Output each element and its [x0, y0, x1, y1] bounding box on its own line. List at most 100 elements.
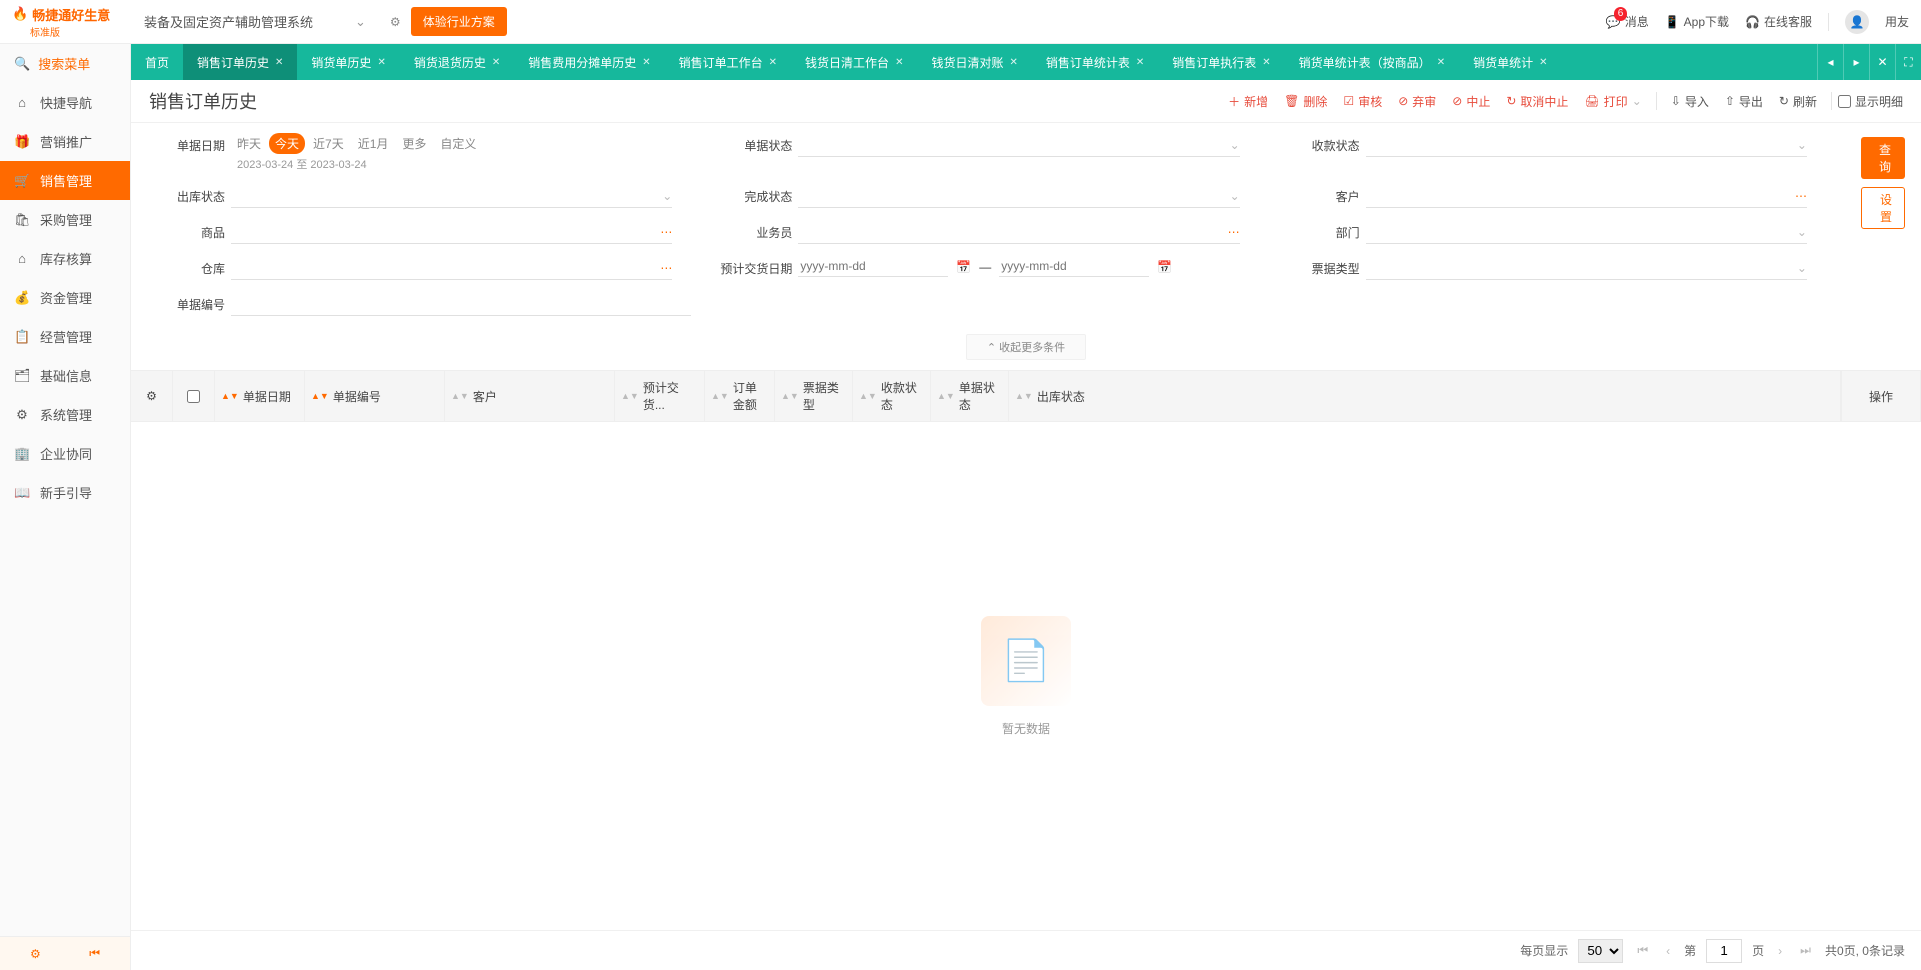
first-page-icon[interactable]: ⏮	[1633, 943, 1652, 958]
sidebar-item-3[interactable]: 🛍采购管理	[0, 200, 130, 239]
settings-button[interactable]: 设置	[1861, 187, 1905, 229]
date-seg-1[interactable]: 今天	[269, 133, 305, 154]
calendar-icon[interactable]: 📅	[956, 260, 971, 274]
app-download-button[interactable]: 📱App下载	[1665, 13, 1729, 30]
last-page-icon[interactable]: ⏭	[1796, 943, 1815, 958]
date-seg-4[interactable]: 更多	[396, 133, 432, 154]
tab-4[interactable]: 销售费用分摊单历史✕	[514, 44, 664, 80]
search-button[interactable]: 查询	[1861, 137, 1905, 179]
close-icon[interactable]: ✕	[1539, 57, 1547, 68]
messages-button[interactable]: 💬消息6	[1606, 13, 1649, 30]
col-status[interactable]: ▲▼单据状态	[931, 371, 1009, 421]
dept-select[interactable]: ⌄	[1366, 220, 1807, 244]
show-detail-checkbox[interactable]: 显示明细	[1838, 93, 1903, 110]
close-icon[interactable]: ✕	[275, 57, 283, 68]
date-seg-0[interactable]: 昨天	[231, 133, 267, 154]
page-input[interactable]	[1706, 939, 1742, 963]
stop-button[interactable]: ⊘中止	[1444, 93, 1498, 110]
tab-close-all-icon[interactable]: ✕	[1869, 44, 1895, 80]
delete-button[interactable]: 🗑删除	[1276, 93, 1335, 110]
sidebar-item-7[interactable]: 🗂基础信息	[0, 356, 130, 395]
sidebar-search[interactable]: 🔍 搜索菜单	[0, 44, 130, 83]
col-num[interactable]: ▲▼单据编号	[305, 371, 445, 421]
col-out[interactable]: ▲▼出库状态	[1009, 371, 1841, 421]
close-icon[interactable]: ✕	[492, 57, 500, 68]
sidebar-item-4[interactable]: ⌂库存核算	[0, 239, 130, 278]
app-selector[interactable]: 装备及固定资产辅助管理系统⌄	[130, 12, 380, 31]
tick-select[interactable]: ⌄	[1366, 256, 1807, 280]
prev-page-icon[interactable]: ‹	[1662, 944, 1674, 958]
col-date[interactable]: ▲▼单据日期	[215, 371, 305, 421]
table-settings-icon[interactable]: ⚙	[131, 371, 173, 421]
add-button[interactable]: ＋新增	[1220, 93, 1276, 110]
recv-select[interactable]: ⌄	[1366, 133, 1807, 157]
close-icon[interactable]: ✕	[769, 57, 777, 68]
print-button[interactable]: 🖨打印 ⌄	[1576, 93, 1649, 110]
tab-scroll-left-icon[interactable]: ◂	[1817, 44, 1843, 80]
sidebar-item-5[interactable]: 💰资金管理	[0, 278, 130, 317]
fullscreen-icon[interactable]: ⛶	[1895, 44, 1921, 80]
audit-button[interactable]: ☑审核	[1335, 93, 1390, 110]
gear-icon[interactable]: ⚙	[390, 15, 401, 29]
date-seg-2[interactable]: 近7天	[307, 133, 350, 154]
sales-select[interactable]: ⋯	[798, 220, 1239, 244]
date-segment[interactable]: 昨天今天近7天近1月更多自定义	[231, 133, 482, 154]
num-input[interactable]	[231, 292, 691, 316]
col-tick[interactable]: ▲▼票据类型	[775, 371, 853, 421]
discard-audit-button[interactable]: ⊘弃审	[1390, 93, 1444, 110]
tab-8[interactable]: 销售订单统计表✕	[1032, 44, 1158, 80]
col-deli[interactable]: ▲▼预计交货...	[615, 371, 705, 421]
date-seg-3[interactable]: 近1月	[352, 133, 395, 154]
store-select[interactable]: ⋯	[231, 256, 672, 280]
user-avatar[interactable]: 👤	[1845, 10, 1869, 34]
sidebar-item-8[interactable]: ⚙系统管理	[0, 395, 130, 434]
deli-start-input[interactable]	[798, 256, 948, 277]
tab-10[interactable]: 销货单统计表（按商品）✕	[1285, 44, 1459, 80]
tab-11[interactable]: 销货单统计✕	[1459, 44, 1561, 80]
close-icon[interactable]: ✕	[1136, 57, 1144, 68]
tab-5[interactable]: 销售订单工作台✕	[665, 44, 791, 80]
tab-6[interactable]: 钱货日清工作台✕	[791, 44, 917, 80]
close-icon[interactable]: ✕	[1437, 57, 1445, 68]
tab-2[interactable]: 销货单历史✕	[297, 44, 399, 80]
refresh-button[interactable]: ↻刷新	[1771, 93, 1825, 110]
done-select[interactable]: ⌄	[798, 184, 1239, 208]
col-amt[interactable]: ▲▼订单金额	[705, 371, 775, 421]
tab-1[interactable]: 销售订单历史✕	[183, 44, 297, 80]
experience-button[interactable]: 体验行业方案	[411, 7, 507, 36]
select-all-checkbox[interactable]	[187, 390, 200, 403]
close-icon[interactable]: ✕	[642, 57, 650, 68]
col-cust[interactable]: ▲▼客户	[445, 371, 615, 421]
col-recv[interactable]: ▲▼收款状态	[853, 371, 931, 421]
date-seg-5[interactable]: 自定义	[434, 133, 482, 154]
tab-3[interactable]: 销货退货历史✕	[400, 44, 514, 80]
tab-scroll-right-icon[interactable]: ▸	[1843, 44, 1869, 80]
close-icon[interactable]: ✕	[1009, 57, 1017, 68]
unstop-button[interactable]: ↻取消中止	[1498, 93, 1576, 110]
page-size-select[interactable]: 50	[1578, 939, 1623, 963]
close-icon[interactable]: ✕	[377, 57, 385, 68]
tab-9[interactable]: 销售订单执行表✕	[1158, 44, 1284, 80]
status-select[interactable]: ⌄	[798, 133, 1239, 157]
sidebar-item-0[interactable]: ⌂快捷导航	[0, 83, 130, 122]
goods-select[interactable]: ⋯	[231, 220, 672, 244]
tab-0[interactable]: 首页	[131, 44, 183, 80]
close-icon[interactable]: ✕	[895, 57, 903, 68]
next-page-icon[interactable]: ›	[1774, 944, 1786, 958]
close-icon[interactable]: ✕	[1262, 57, 1270, 68]
sidebar-item-1[interactable]: 🎁营销推广	[0, 122, 130, 161]
sidebar-item-2[interactable]: 🛒销售管理	[0, 161, 130, 200]
deli-end-input[interactable]	[999, 256, 1149, 277]
settings-icon[interactable]: ⚙	[30, 947, 41, 961]
import-button[interactable]: ⇩导入	[1663, 93, 1717, 110]
support-button[interactable]: 🎧在线客服	[1745, 13, 1812, 30]
export-button[interactable]: ⇧导出	[1717, 93, 1771, 110]
outst-select[interactable]: ⌄	[231, 184, 672, 208]
collapse-sidebar-icon[interactable]: ⏮	[89, 946, 100, 961]
sidebar-item-6[interactable]: 📋经营管理	[0, 317, 130, 356]
sidebar-item-10[interactable]: 📖新手引导	[0, 473, 130, 512]
collapse-filter-button[interactable]: ⌃ 收起更多条件	[966, 334, 1086, 360]
sidebar-item-9[interactable]: 🏢企业协同	[0, 434, 130, 473]
cust-select[interactable]: ⋯	[1366, 184, 1807, 208]
calendar-icon[interactable]: 📅	[1157, 260, 1172, 274]
